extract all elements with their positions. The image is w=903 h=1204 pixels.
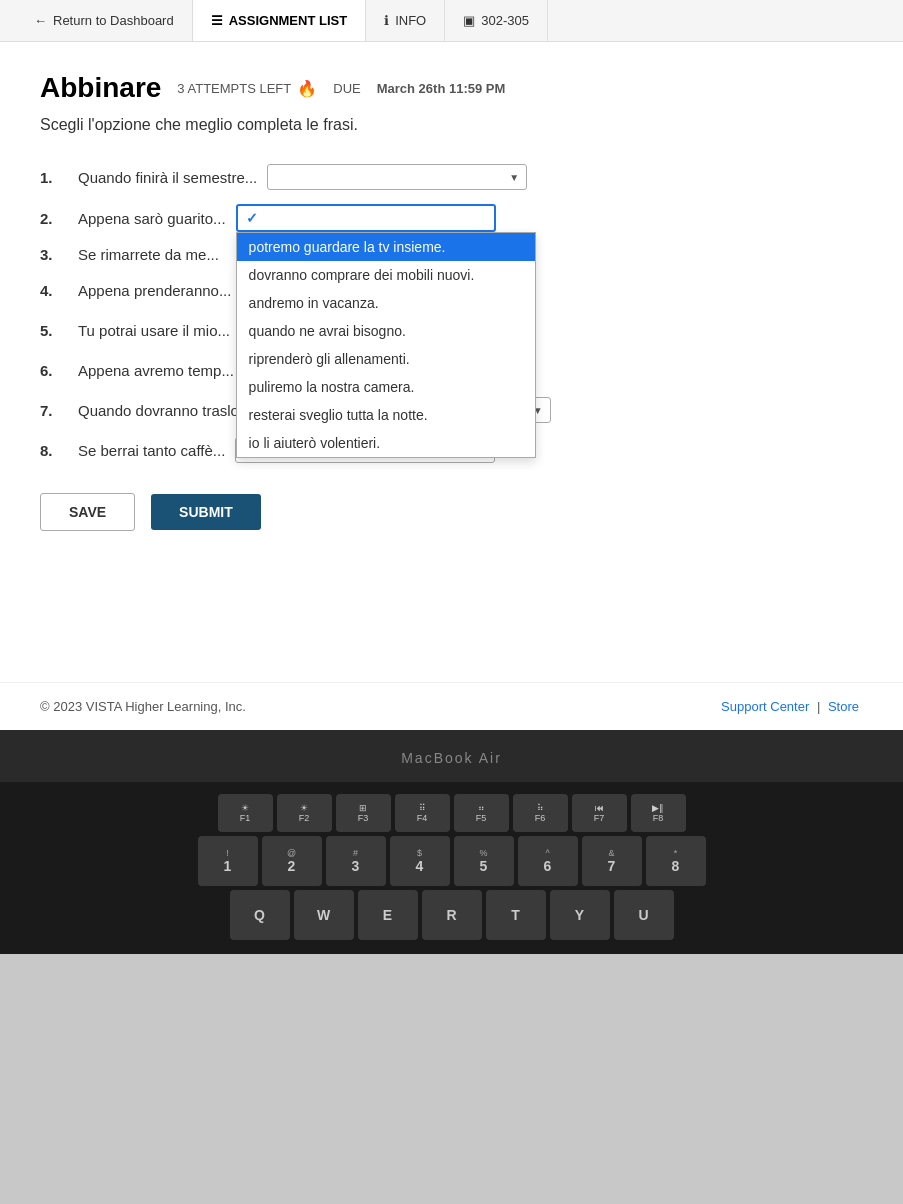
key-w[interactable]: W [294,890,354,940]
key-q[interactable]: Q [230,890,290,940]
footer: © 2023 VISTA Higher Learning, Inc. Suppo… [0,682,903,730]
key-6[interactable]: ^6 [518,836,578,886]
copyright: © 2023 VISTA Higher Learning, Inc. [40,699,246,714]
assignment-list-label: ASSIGNMENT LIST [229,13,347,28]
q-text-8: Se berrai tanto caffè... [78,442,225,459]
macbook-label: MacBook Air [0,750,903,766]
q-number-7: 7. [40,402,68,419]
q-text-1: Quando finirà il semestre... [78,169,257,186]
key-u[interactable]: U [614,890,674,940]
question-item-2: 2. Appena sarò guarito... ✓ potremo guar… [40,204,863,232]
assignment-header: Abbinare 3 ATTEMPTS LEFT 🔥 DUE March 26t… [40,72,863,104]
key-e[interactable]: E [358,890,418,940]
q1-select[interactable] [267,164,527,190]
q2-dropdown-list: potremo guardare la tv insieme. dovranno… [236,232,536,458]
question-item-1: 1. Quando finirà il semestre... [40,164,863,190]
key-2[interactable]: @2 [262,836,322,886]
return-to-dashboard[interactable]: ← Return to Dashboard [16,0,193,41]
list-icon: ☰ [211,13,223,28]
store-link[interactable]: Store [828,699,859,714]
dropdown-option-2[interactable]: dovranno comprare dei mobili nuovi. [237,261,535,289]
check-icon: ✓ [246,210,258,226]
q-number-3: 3. [40,246,68,263]
support-center-link[interactable]: Support Center [721,699,809,714]
q-text-4: Appena prenderanno... [78,282,231,299]
key-4[interactable]: $4 [390,836,450,886]
key-f2[interactable]: ☀F2 [277,794,332,832]
num-key-row: !1 @2 #3 $4 %5 ^6 &7 *8 [10,836,893,886]
q-number-4: 4. [40,282,68,299]
key-r[interactable]: R [422,890,482,940]
dropdown-option-4[interactable]: quando ne avrai bisogno. [237,317,535,345]
footer-links: Support Center | Store [717,699,863,714]
q-number-2: 2. [40,210,68,227]
return-label: Return to Dashboard [53,13,174,28]
pages-icon: ▣ [463,13,475,28]
info-icon: ℹ [384,13,389,28]
dropdown-option-8[interactable]: io li aiuterò volentieri. [237,429,535,457]
instructions: Scegli l'opzione che meglio completa le … [40,116,863,134]
dropdown-option-1[interactable]: potremo guardare la tv insieme. [237,233,535,261]
q2-dropdown-wrapper[interactable]: ✓ potremo guardare la tv insieme. dovran… [236,204,496,232]
key-3[interactable]: #3 [326,836,386,886]
arrow-left-icon: ← [34,13,47,28]
info-label: INFO [395,13,426,28]
dropdown-option-6[interactable]: puliremo la nostra camera. [237,373,535,401]
assignment-title: Abbinare [40,72,161,104]
content-area: Abbinare 3 ATTEMPTS LEFT 🔥 DUE March 26t… [0,42,903,682]
q-text-3: Se rimarrete da me... [78,246,219,263]
key-y[interactable]: Y [550,890,610,940]
key-f5[interactable]: ⠶F5 [454,794,509,832]
key-f4[interactable]: ⠿F4 [395,794,450,832]
attempts-badge: 3 ATTEMPTS LEFT 🔥 [177,79,317,98]
submit-button[interactable]: SUBMIT [151,494,261,530]
q-number-8: 8. [40,442,68,459]
q-text-2: Appena sarò guarito... [78,210,226,227]
dropdown-option-7[interactable]: resterai sveglio tutta la notte. [237,401,535,429]
due-date: March 26th 11:59 PM [377,81,506,96]
assignment-list-nav[interactable]: ☰ ASSIGNMENT LIST [193,0,366,41]
question-list: 1. Quando finirà il semestre... 2. Appen… [40,164,863,463]
fn-key-row: ☀F1 ☀F2 ⊞F3 ⠿F4 ⠶F5 ⠷F6 ⏮F7 ▶‖F8 [10,794,893,832]
pages-label: 302-305 [481,13,529,28]
key-7[interactable]: &7 [582,836,642,886]
q-number-1: 1. [40,169,68,186]
attempts-label: 3 ATTEMPTS LEFT [177,81,291,96]
q-number-5: 5. [40,322,68,339]
key-f1[interactable]: ☀F1 [218,794,273,832]
pages-nav[interactable]: ▣ 302-305 [445,0,548,41]
q2-dropdown-field[interactable]: ✓ [236,204,496,232]
button-row: SAVE SUBMIT [40,493,863,531]
key-f8[interactable]: ▶‖F8 [631,794,686,832]
key-8[interactable]: *8 [646,836,706,886]
key-5[interactable]: %5 [454,836,514,886]
q1-select-wrapper[interactable] [267,164,527,190]
dropdown-option-3[interactable]: andremo in vacanza. [237,289,535,317]
key-1[interactable]: !1 [198,836,258,886]
q-number-6: 6. [40,362,68,379]
key-f3[interactable]: ⊞F3 [336,794,391,832]
key-f6[interactable]: ⠷F6 [513,794,568,832]
fire-icon: 🔥 [297,79,317,98]
dropdown-option-5[interactable]: riprenderò gli allenamenti. [237,345,535,373]
top-navigation: ← Return to Dashboard ☰ ASSIGNMENT LIST … [0,0,903,42]
save-button[interactable]: SAVE [40,493,135,531]
q-text-5: Tu potrai usare il mio... [78,322,230,339]
macbook-section: MacBook Air ☀F1 ☀F2 ⊞F3 ⠿F4 ⠶F5 ⠷F6 ⏮F7 … [0,730,903,954]
info-nav[interactable]: ℹ INFO [366,0,445,41]
key-t[interactable]: T [486,890,546,940]
key-f7[interactable]: ⏮F7 [572,794,627,832]
keyboard: ☀F1 ☀F2 ⊞F3 ⠿F4 ⠶F5 ⠷F6 ⏮F7 ▶‖F8 !1 @2 #… [0,782,903,954]
footer-separator: | [817,699,820,714]
q-text-6: Appena avremo temp... [78,362,234,379]
due-prefix: DUE [333,81,360,96]
letter-key-row: Q W E R T Y U [10,890,893,940]
